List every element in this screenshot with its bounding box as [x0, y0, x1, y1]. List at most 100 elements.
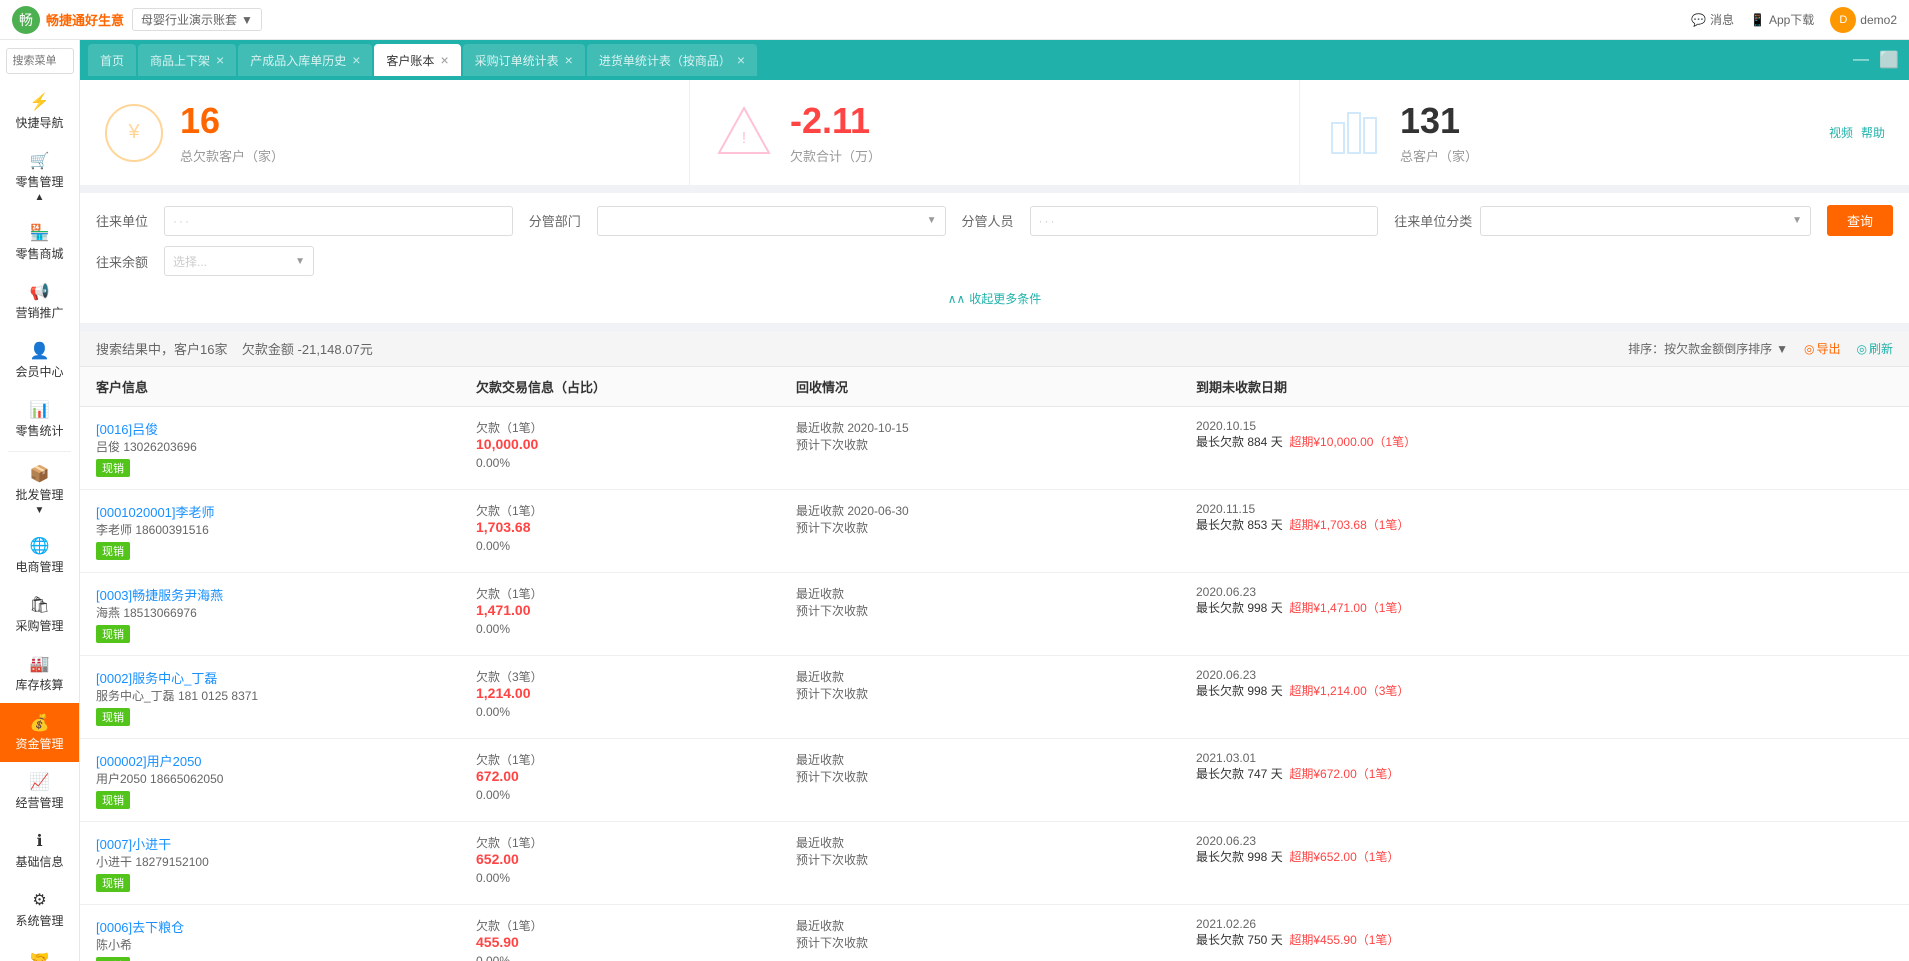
sidebar-item-purchase[interactable]: 🛍 采购管理: [0, 585, 79, 644]
tab-home[interactable]: 首页: [88, 44, 136, 76]
header-debt: 欠款交易信息（占比）: [476, 377, 796, 396]
content-area: 首页 商品上下架 × 产成品入库单历史 × 客户账本 × 采购订单统计表 ×: [80, 40, 1909, 961]
overdue-amount[interactable]: 超期¥10,000.00（1笔）: [1289, 435, 1416, 449]
debt-info-cell: 欠款（3笔） 1,214.00 0.00%: [476, 668, 796, 719]
overdue-amount[interactable]: 超期¥652.00（1笔）: [1289, 850, 1399, 864]
overdue-days: 最长欠款 998 天 超期¥652.00（1笔）: [1196, 848, 1893, 865]
debt-amount: 1,703.68: [476, 519, 796, 535]
stat-card-debt-total: ! -2.11 欠款合计（万）: [690, 80, 1300, 185]
close-icon[interactable]: ×: [737, 52, 745, 68]
tab-goods-stats[interactable]: 进货单统计表（按商品） ×: [587, 44, 757, 76]
customer-phone: 小进干 18279152100: [96, 853, 476, 870]
search-input[interactable]: [6, 48, 74, 74]
customer-tag: 现销: [96, 542, 130, 560]
recovery-cell: 最近收款 2020-06-30 预计下次收款: [796, 502, 1196, 536]
sidebar-item-member[interactable]: 👤 会员中心: [0, 331, 79, 390]
customer-tag: 现销: [96, 874, 130, 892]
customer-info-cell: [0016]吕俊 吕俊 13026203696 现销: [96, 419, 476, 477]
sidebar-item-label: 零售商城: [15, 245, 63, 262]
app-download-button[interactable]: 📱 App下载: [1750, 11, 1814, 28]
customer-name-link[interactable]: [0006]去下粮仓: [96, 920, 184, 935]
customer-name-link[interactable]: [0007]小进干: [96, 837, 171, 852]
message-button[interactable]: 💬 消息: [1691, 11, 1734, 28]
customer-name-link[interactable]: [000002]用户2050: [96, 754, 202, 769]
recovery-cell: 最近收款 预计下次收款: [796, 668, 1196, 702]
filter-row-1: 往来单位 ··· 分管部门 ▼: [96, 205, 1893, 236]
minimize-icon[interactable]: —: [1849, 48, 1873, 72]
header-due-date: 到期未收款日期: [1196, 377, 1893, 396]
help-button[interactable]: 帮助: [1861, 124, 1885, 141]
tab-purchase-stats[interactable]: 采购订单统计表 ×: [463, 44, 585, 76]
overdue-amount[interactable]: 超期¥1,703.68（1笔）: [1289, 518, 1409, 532]
debt-ratio: 0.00%: [476, 954, 796, 961]
debt-label: 欠款（1笔）: [476, 585, 796, 602]
refresh-icon: ◎: [1857, 342, 1867, 356]
stats-row: ¥ 16 总欠款客户（家） !: [80, 80, 1909, 185]
overdue-amount[interactable]: 超期¥1,214.00（3笔）: [1289, 684, 1409, 698]
debt-ratio: 0.00%: [476, 456, 796, 470]
filter-dept: 分管部门 ▼: [529, 206, 946, 236]
export-icon: ◎: [1804, 342, 1814, 356]
close-icon[interactable]: ×: [440, 52, 448, 68]
sidebar-item-retail-shop[interactable]: 🏪 零售商城: [0, 213, 79, 272]
customer-name-link[interactable]: [0003]畅捷服务尹海燕: [96, 588, 223, 603]
sidebar-item-label: 库存核算: [15, 676, 63, 693]
last-collect: 最近收款 2020-06-30: [796, 502, 1196, 519]
category-select[interactable]: ▼: [1480, 206, 1811, 236]
customer-name-link[interactable]: [0002]服务中心_丁磊: [96, 671, 217, 686]
sort-selector[interactable]: 排序：按欠款金额倒序排序 ▼: [1628, 340, 1788, 357]
gear-icon: ⚙: [32, 890, 46, 910]
tab-customer-ledger[interactable]: 客户账本 ×: [374, 44, 460, 76]
sidebar-item-quick-nav[interactable]: ⚡ 快捷导航: [0, 82, 79, 141]
sidebar-item-system[interactable]: ⚙ 系统管理: [0, 880, 79, 939]
customer-tag: 现销: [96, 791, 130, 809]
customer-info-cell: [0001020001]李老师 李老师 18600391516 现销: [96, 502, 476, 560]
overdue-amount[interactable]: 超期¥455.90（1笔）: [1289, 933, 1399, 947]
tab-product-history[interactable]: 产成品入库单历史 ×: [238, 44, 372, 76]
sidebar-item-wholesale[interactable]: 📦 批发管理 ▼: [0, 454, 79, 526]
dept-select[interactable]: ▼: [597, 206, 946, 236]
close-icon[interactable]: ×: [352, 52, 360, 68]
chevron-down-icon: ▼: [1776, 342, 1788, 356]
close-icon[interactable]: ×: [565, 52, 573, 68]
sidebar-item-basic-info[interactable]: ℹ 基础信息: [0, 821, 79, 880]
export-button[interactable]: ◎ 导出: [1804, 340, 1841, 357]
sidebar-item-enterprise[interactable]: 🤝 企业协同: [0, 939, 79, 961]
sidebar-item-label: 快捷导航: [15, 114, 63, 131]
close-icon[interactable]: ×: [216, 52, 224, 68]
sidebar-item-retail-stats[interactable]: 📊 零售统计: [0, 390, 79, 449]
overdue-amount[interactable]: 超期¥1,471.00（1笔）: [1289, 601, 1409, 615]
person-input[interactable]: ···: [1030, 206, 1379, 236]
ecommerce-icon: 🌐: [30, 536, 50, 556]
customer-name-link[interactable]: [0001020001]李老师: [96, 505, 215, 520]
balance-select[interactable]: 选择... ▼: [164, 246, 314, 276]
results-amount: 欠款金额 -21,148.07元: [242, 342, 373, 357]
refresh-button[interactable]: ◎ 刷新: [1857, 340, 1894, 357]
overdue-amount[interactable]: 超期¥672.00（1笔）: [1289, 767, 1399, 781]
sidebar-item-operations[interactable]: 📈 经营管理: [0, 762, 79, 821]
due-date-cell: 2020.10.15 最长欠款 884 天 超期¥10,000.00（1笔）: [1196, 419, 1893, 450]
sidebar-item-ecommerce[interactable]: 🌐 电商管理: [0, 526, 79, 585]
collapse-button[interactable]: ∧∧ 收起更多条件: [96, 286, 1893, 311]
sidebar-item-finance[interactable]: 💰 资金管理: [0, 703, 79, 762]
user-menu[interactable]: D demo2: [1830, 7, 1897, 33]
debt-total-icon: !: [714, 103, 774, 163]
tab-product-listing[interactable]: 商品上下架 ×: [138, 44, 236, 76]
store-selector[interactable]: 母婴行业演示账套 ▼: [132, 8, 262, 31]
vendor-input[interactable]: ···: [164, 206, 513, 236]
stat-card-total-customers: 131 总客户（家） 视频 帮助: [1300, 80, 1909, 185]
sidebar-item-inventory[interactable]: 🏭 库存核算: [0, 644, 79, 703]
customer-name-link[interactable]: [0016]吕俊: [96, 422, 158, 437]
maximize-icon[interactable]: ⬜: [1877, 48, 1901, 72]
next-collect: 预计下次收款: [796, 436, 1196, 453]
main-layout: ⚡ 快捷导航 🛒 零售管理 ▲ 🏪 零售商城 📢 营销推广 👤: [0, 40, 1909, 961]
sidebar-item-marketing[interactable]: 📢 营销推广: [0, 272, 79, 331]
member-icon: 👤: [30, 341, 50, 361]
inventory-icon: 🏭: [30, 654, 50, 674]
video-button[interactable]: 视频: [1829, 124, 1853, 141]
sidebar-item-retail-mgmt[interactable]: 🛒 零售管理 ▲: [0, 141, 79, 213]
stat-value-3: 131: [1400, 100, 1813, 142]
search-button[interactable]: 查询: [1827, 205, 1893, 236]
purchase-icon: 🛍: [29, 595, 49, 615]
tab-label: 采购订单统计表: [475, 52, 559, 69]
